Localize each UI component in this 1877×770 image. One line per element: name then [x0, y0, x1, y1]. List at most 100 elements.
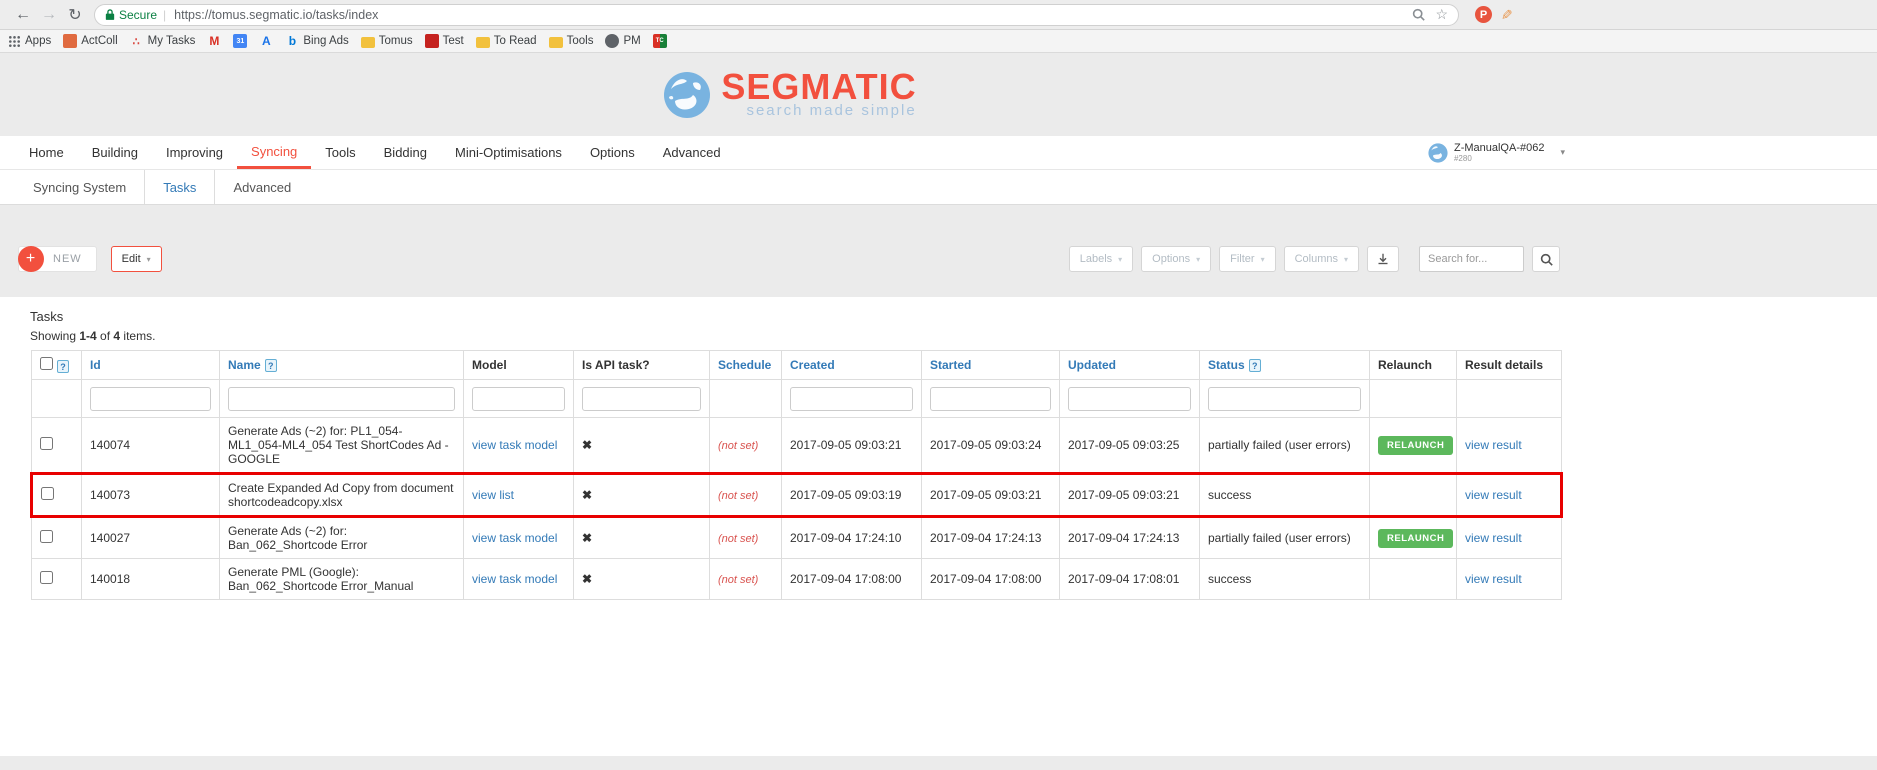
browser-refresh-button[interactable]: ↻: [62, 5, 88, 25]
bookmark-tools[interactable]: Tools: [548, 35, 593, 48]
column-header-name[interactable]: Name?: [219, 349, 464, 381]
chevron-down-icon: ▾: [146, 254, 151, 264]
table-row: 140027 Generate Ads (~2) for: Ban_062_Sh…: [31, 516, 1562, 560]
tc-icon: TC: [652, 34, 667, 48]
user-id: #280: [1453, 154, 1472, 163]
filter-name-input[interactable]: [228, 386, 455, 411]
view-list-link[interactable]: view list: [472, 488, 514, 502]
view-result-link[interactable]: view result: [1465, 488, 1522, 502]
user-menu[interactable]: Z-ManualQA-#062 #280 ▾: [1428, 136, 1565, 169]
bookmark-bing-ads[interactable]: b Bing Ads: [285, 34, 349, 48]
column-header-id[interactable]: Id: [81, 349, 220, 381]
column-header-result-details: Result details: [1456, 349, 1562, 381]
schedule-not-set: (not set): [718, 574, 759, 587]
filter-started-input[interactable]: [930, 386, 1051, 411]
subnav-item-tasks[interactable]: Tasks: [144, 170, 216, 204]
bookmark-apps[interactable]: Apps: [8, 35, 51, 48]
bookmarks-bar: Apps ActColl ∴ My Tasks M 31 A b Bing Ad…: [0, 30, 1877, 53]
browser-forward-button[interactable]: →: [36, 6, 62, 24]
cell-created: 2017-09-04 17:24:10: [781, 516, 922, 560]
column-header-created[interactable]: Created: [781, 349, 922, 381]
bookmark-to-read[interactable]: To Read: [475, 35, 537, 48]
bookmark-my-tasks[interactable]: ∴ My Tasks: [130, 34, 196, 48]
x-mark-icon: ✖: [582, 572, 593, 587]
nav-item-improving[interactable]: Improving: [152, 136, 237, 169]
view-result-link[interactable]: view result: [1465, 531, 1522, 545]
filter-dropdown-button[interactable]: Filter ▾: [1219, 246, 1276, 272]
address-divider: |: [163, 7, 167, 22]
download-icon: [1378, 253, 1388, 265]
view-result-link[interactable]: view result: [1465, 572, 1522, 586]
cell-name: Generate Ads (~2) for: Ban_062_Shortcode…: [219, 516, 464, 560]
view-task-model-link[interactable]: view task model: [472, 438, 557, 452]
bookmark-actcoll[interactable]: ActColl: [63, 34, 118, 48]
nav-item-syncing[interactable]: Syncing: [237, 136, 312, 169]
table-row: 140018 Generate PML (Google): Ban_062_Sh…: [31, 558, 1562, 601]
bookmark-analytics[interactable]: A: [259, 34, 273, 48]
browser-back-button[interactable]: ←: [10, 6, 36, 24]
bookmark-gmail[interactable]: M: [207, 34, 221, 48]
filter-created-input[interactable]: [790, 386, 913, 411]
columns-dropdown-button[interactable]: Columns ▾: [1283, 246, 1359, 272]
bookmark-calendar[interactable]: 31: [233, 34, 248, 48]
plus-icon: +: [18, 246, 44, 272]
bookmark-star-icon[interactable]: ☆: [1435, 6, 1448, 23]
chevron-down-icon: ▾: [1118, 254, 1123, 264]
filter-status-input[interactable]: [1208, 386, 1361, 411]
filter-id-input[interactable]: [90, 386, 211, 411]
url-text[interactable]: https://tomus.segmatic.io/tasks/index: [174, 8, 1412, 22]
nav-item-options[interactable]: Options: [576, 136, 649, 169]
segmatic-logo: SEGMATIC search made simple: [663, 69, 916, 119]
zoom-icon[interactable]: [1412, 8, 1426, 21]
extension-pen-icon[interactable]: ✎: [1497, 9, 1514, 21]
select-all-checkbox[interactable]: [40, 357, 53, 370]
column-header-schedule[interactable]: Schedule: [709, 349, 782, 381]
labels-dropdown-button[interactable]: Labels ▾: [1068, 246, 1134, 272]
bookmark-pm[interactable]: PM: [605, 34, 641, 48]
bookmark-test[interactable]: Test: [424, 34, 464, 48]
search-button[interactable]: [1532, 246, 1560, 272]
subnav-item-syncing-system[interactable]: Syncing System: [15, 170, 144, 204]
edit-dropdown-button[interactable]: Edit ▾: [110, 246, 162, 272]
row-checkbox[interactable]: [40, 530, 53, 544]
row-checkbox[interactable]: [41, 487, 54, 501]
nav-item-building[interactable]: Building: [78, 136, 152, 169]
view-task-model-link[interactable]: view task model: [472, 572, 557, 586]
subnav-item-advanced[interactable]: Advanced: [215, 170, 309, 204]
relaunch-button[interactable]: RELAUNCH: [1378, 528, 1454, 548]
browser-toolbar: ← → ↻ Secure | https://tomus.segmatic.io…: [0, 0, 1877, 30]
cell-started: 2017-09-05 09:03:24: [921, 417, 1060, 475]
view-task-model-link[interactable]: view task model: [472, 531, 557, 545]
bookmark-tc[interactable]: TC: [652, 34, 667, 48]
search-input[interactable]: [1419, 246, 1524, 272]
filter-model-input[interactable]: [472, 386, 565, 411]
view-result-link[interactable]: view result: [1465, 438, 1522, 452]
bookmark-tomus[interactable]: Tomus: [360, 35, 413, 48]
row-checkbox[interactable]: [40, 571, 53, 585]
chevron-down-icon: ▾: [1196, 254, 1201, 264]
row-checkbox[interactable]: [40, 437, 53, 451]
options-dropdown-button[interactable]: Options ▾: [1141, 246, 1212, 272]
globe-icon: [664, 71, 711, 118]
filter-api-input[interactable]: [582, 386, 701, 411]
nav-item-advanced[interactable]: Advanced: [649, 136, 735, 169]
nav-item-bidding[interactable]: Bidding: [370, 136, 441, 169]
nav-item-home[interactable]: Home: [15, 136, 78, 169]
new-button[interactable]: + NEW: [18, 246, 97, 272]
column-header-status[interactable]: Status?: [1199, 349, 1370, 381]
grid-toolbar: + NEW Edit ▾ Labels ▾ Options ▾ Filter ▾: [0, 205, 1877, 297]
address-bar[interactable]: Secure | https://tomus.segmatic.io/tasks…: [94, 3, 1459, 26]
help-icon[interactable]: ?: [264, 359, 277, 373]
help-icon[interactable]: ?: [57, 360, 69, 374]
relaunch-button[interactable]: RELAUNCH: [1378, 435, 1454, 455]
cell-created: 2017-09-05 09:03:21: [781, 417, 922, 475]
filter-updated-input[interactable]: [1068, 386, 1191, 411]
column-header-updated[interactable]: Updated: [1059, 349, 1200, 381]
help-icon[interactable]: ?: [1248, 359, 1261, 373]
column-header-started[interactable]: Started: [921, 349, 1060, 381]
calendar-icon: 31: [233, 34, 248, 48]
nav-item-tools[interactable]: Tools: [311, 136, 369, 169]
nav-item-mini-optimisations[interactable]: Mini-Optimisations: [441, 136, 576, 169]
export-button[interactable]: [1367, 246, 1399, 272]
extension-badge-icon[interactable]: P: [1475, 6, 1492, 23]
